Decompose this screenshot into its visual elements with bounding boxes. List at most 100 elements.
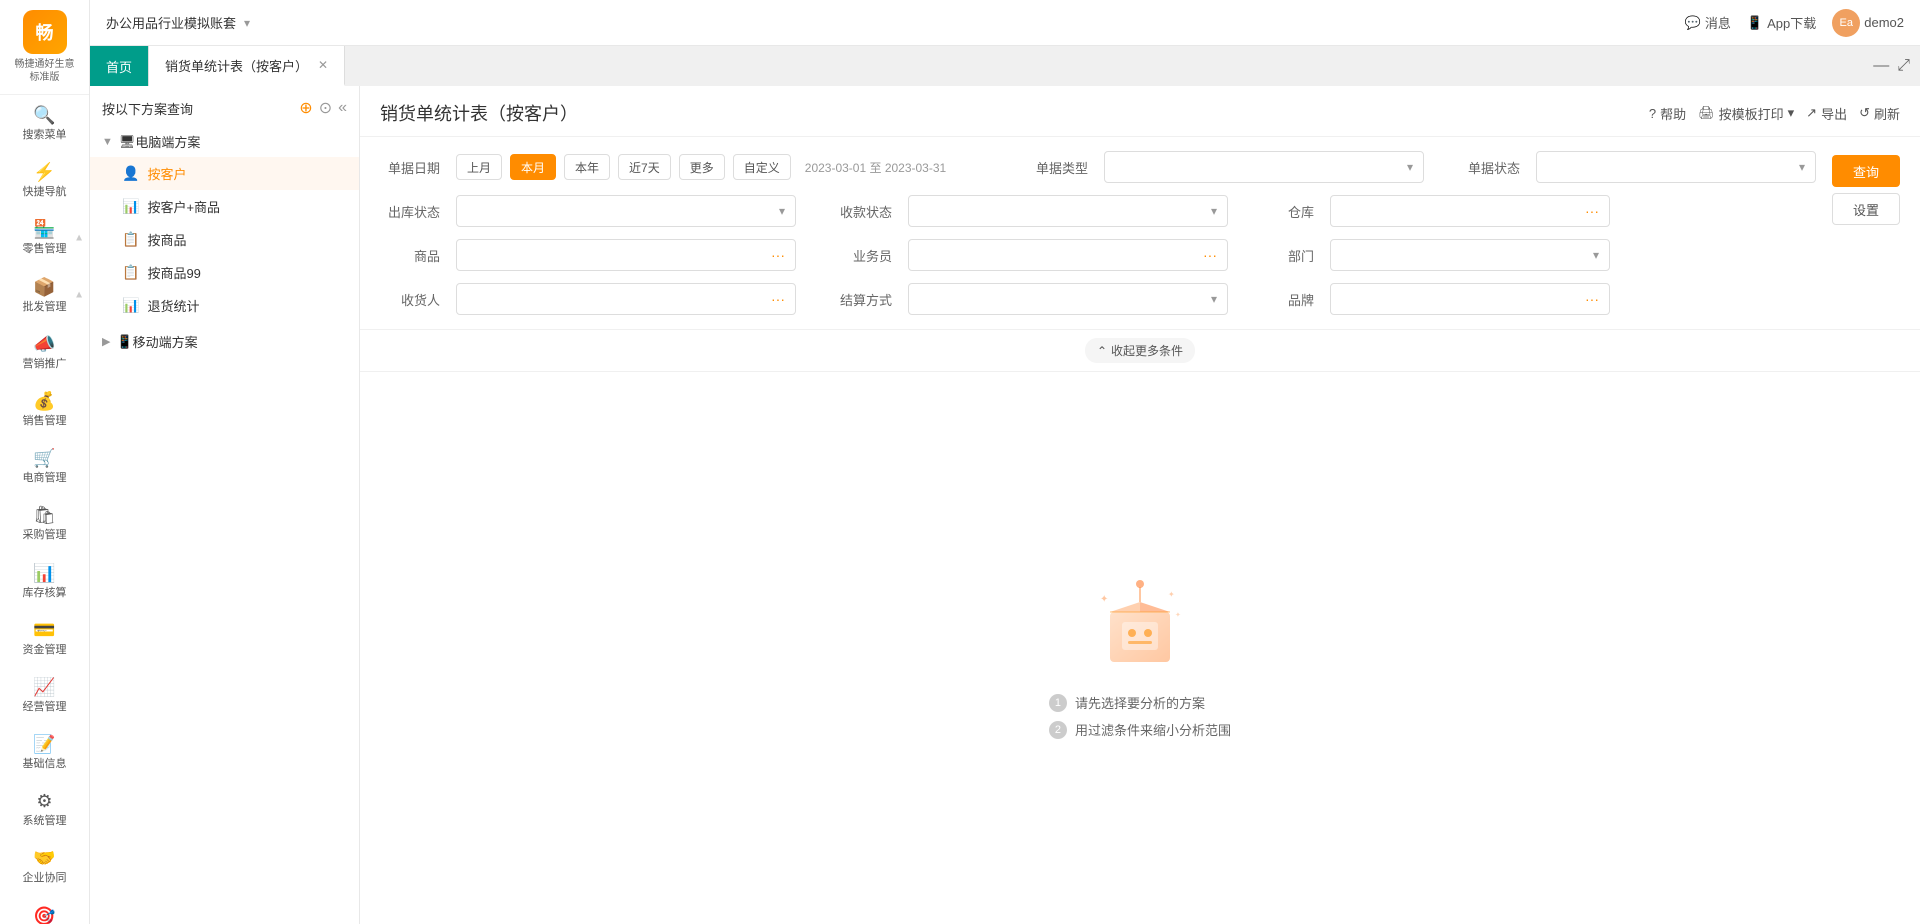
sidebar-item-ecommerce-mgmt[interactable]: 🛒 电商管理 — [0, 438, 89, 495]
sidebar-item-retail-mgmt[interactable]: 🏪 零售管理 ▲ — [0, 209, 89, 266]
salesperson-ellipsis: ··· — [1203, 247, 1217, 263]
payment-chevron: ▾ — [1211, 204, 1217, 218]
shipment-label: 出库状态 — [380, 202, 440, 221]
message-button[interactable]: 💬 消息 — [1685, 13, 1731, 32]
sidebar-item-ops-mgmt[interactable]: 📈 经营管理 — [0, 667, 89, 724]
salesperson-label: 业务员 — [822, 246, 892, 265]
filter-settings-button[interactable]: 设置 — [1832, 193, 1900, 225]
sidebar-item-label: 电商管理 — [23, 472, 67, 485]
help-button[interactable]: ? 帮助 — [1649, 104, 1686, 123]
recipient-select[interactable]: ··· — [456, 283, 796, 315]
btn-last-month[interactable]: 上月 — [456, 154, 502, 180]
sidebar-item-search-menu[interactable]: 🔍 搜索菜单 — [0, 95, 89, 152]
salesperson-select[interactable]: ··· — [908, 239, 1228, 271]
btn-more-date[interactable]: 更多 — [679, 154, 725, 180]
tab-minimize-button[interactable]: — — [1873, 57, 1889, 75]
scheme-item-by-customer-goods[interactable]: 📊 按客户+商品 — [90, 190, 359, 223]
sidebar-item-finance-mgmt[interactable]: 💳 资金管理 — [0, 610, 89, 667]
top-header: 办公用品行业模拟账套 ▾ 💬 消息 📱 App下载 Ea demo2 — [90, 0, 1920, 46]
sidebar-item-enterprise-collab[interactable]: 🤝 企业协同 — [0, 838, 89, 895]
sidebar-item-quick-nav[interactable]: ⚡ 快捷导航 — [0, 152, 89, 209]
app-download-button[interactable]: 📱 App下载 — [1747, 13, 1816, 32]
order-status-select[interactable]: ▾ — [1536, 151, 1816, 183]
btn-this-month[interactable]: 本月 — [510, 154, 556, 180]
scheme-item-by-goods99[interactable]: 📋 按商品99 — [90, 256, 359, 289]
tab-close-icon[interactable]: ✕ — [318, 58, 328, 72]
tab-sales-stat-label: 销货单统计表（按客户） — [165, 56, 308, 75]
left-panel-header: 按以下方案查询 ⊕ ⊙ « — [90, 98, 359, 126]
shipment-select[interactable]: ▾ — [456, 195, 796, 227]
department-select[interactable]: ▾ — [1330, 239, 1610, 271]
scheme-group-pc-header[interactable]: ▼ 🖥 电脑端方案 — [90, 126, 359, 157]
sidebar-item-purchase-mgmt[interactable]: 🛍 采购管理 — [0, 495, 89, 552]
collapse-panel-button[interactable]: « — [338, 99, 347, 117]
export-button[interactable]: ↗ 导出 — [1806, 104, 1847, 123]
date-label: 单据日期 — [380, 158, 440, 177]
tabs-bar: 首页 销货单统计表（按客户） ✕ — ⤢ — [90, 46, 1920, 86]
avatar: Ea — [1832, 9, 1860, 37]
scheme-item-return-stat-label: 退货统计 — [147, 296, 199, 315]
btn-last7[interactable]: 近7天 — [618, 154, 671, 180]
header-left: 办公用品行业模拟账套 ▾ — [106, 13, 250, 32]
folder-icon: 🖥 — [119, 134, 136, 150]
scheme-item-by-goods[interactable]: 📋 按商品 — [90, 223, 359, 256]
payment-select[interactable]: ▾ — [908, 195, 1228, 227]
tab-home[interactable]: 首页 — [90, 46, 149, 86]
retail-mgmt-icon: 🏪 — [33, 219, 55, 240]
scheme-item-by-customer[interactable]: 👤 按客户 — [90, 157, 359, 190]
order-type-chevron: ▾ — [1407, 160, 1413, 174]
settlement-label: 结算方式 — [822, 290, 892, 309]
sidebar-item-label: 采购管理 — [23, 529, 67, 542]
sidebar-item-basic-info[interactable]: 📝 基础信息 — [0, 724, 89, 781]
sidebar-item-new-guide[interactable]: 🎯 新手引导 — [0, 896, 89, 924]
sidebar-item-inventory[interactable]: 📊 库存核算 — [0, 553, 89, 610]
left-panel-actions: ⊕ ⊙ « — [299, 98, 347, 118]
template-print-button[interactable]: 🖨 按模板打印 ▾ — [1698, 104, 1794, 123]
ops-mgmt-icon: 📈 — [33, 677, 55, 698]
sidebar-item-wholesale-mgmt[interactable]: 📦 批发管理 ▲ — [0, 267, 89, 324]
table-icon: 📋 — [122, 231, 139, 248]
collapse-more-button[interactable]: ⌃ 收起更多条件 — [1085, 338, 1195, 363]
ecommerce-mgmt-icon: 🛒 — [33, 448, 55, 469]
page-body: 按以下方案查询 ⊕ ⊙ « ▼ 🖥 电脑端方案 👤 按客户 — [90, 86, 1920, 924]
filter-row-3: 商品 ··· 业务员 ··· — [380, 239, 1816, 271]
scheme-group-mobile: ▶ 📱 移动端方案 — [90, 326, 359, 361]
header-right: 💬 消息 📱 App下载 Ea demo2 — [1685, 9, 1904, 37]
btn-this-year[interactable]: 本年 — [564, 154, 610, 180]
query-button[interactable]: 查询 — [1832, 155, 1900, 187]
chart-icon: 📊 — [122, 198, 139, 215]
inventory-icon: 📊 — [33, 563, 55, 584]
date-quick-group: 上月 本月 本年 近7天 更多 自定义 2023-03-01 至 2023-03… — [456, 154, 946, 180]
header-dropdown-icon[interactable]: ▾ — [244, 16, 250, 30]
goods-label: 商品 — [380, 246, 440, 265]
brand-select[interactable]: ··· — [1330, 283, 1610, 315]
date-control: 上月 本月 本年 近7天 更多 自定义 2023-03-01 至 2023-03… — [456, 154, 1002, 180]
empty-illustration: ✦ ✦ ✦ — [1080, 557, 1200, 677]
user-profile[interactable]: Ea demo2 — [1832, 9, 1904, 37]
add-scheme-button[interactable]: ⊕ — [299, 98, 312, 118]
search-menu-icon: 🔍 — [33, 105, 55, 126]
tab-sales-stat[interactable]: 销货单统计表（按客户） ✕ — [149, 46, 345, 86]
sidebar-item-sales-mgmt[interactable]: 💰 销售管理 — [0, 381, 89, 438]
scheme-group-mobile-header[interactable]: ▶ 📱 移动端方案 — [90, 326, 359, 357]
refresh-button[interactable]: ↺ 刷新 — [1859, 104, 1900, 123]
marketing-icon: 📣 — [33, 334, 55, 355]
scheme-group-pc-label: 电脑端方案 — [135, 132, 200, 151]
order-type-select[interactable]: ▾ — [1104, 151, 1424, 183]
collapse-bar[interactable]: ⌃ 收起更多条件 — [360, 330, 1920, 372]
scheme-group-mobile-label: 移动端方案 — [133, 332, 198, 351]
sidebar-item-marketing[interactable]: 📣 营销推广 — [0, 324, 89, 381]
scheme-item-by-customer-goods-label: 按客户+商品 — [147, 197, 220, 216]
settings-scheme-button[interactable]: ⊙ — [319, 98, 332, 118]
goods-select[interactable]: ··· — [456, 239, 796, 271]
shipment-chevron: ▾ — [779, 204, 785, 218]
order-status-control: ▾ — [1536, 151, 1816, 183]
tab-maximize-button[interactable]: ⤢ — [1897, 57, 1910, 75]
warehouse-select[interactable]: ··· — [1330, 195, 1610, 227]
settlement-select[interactable]: ▾ — [908, 283, 1228, 315]
btn-custom[interactable]: 自定义 — [733, 154, 791, 180]
sidebar-item-label: 搜索菜单 — [23, 129, 67, 142]
sidebar-item-system-mgmt[interactable]: ⚙ 系统管理 — [0, 781, 89, 838]
scheme-item-return-stat[interactable]: 📊 退货统计 — [90, 289, 359, 322]
tip-text-1: 请先选择要分析的方案 — [1075, 693, 1205, 712]
